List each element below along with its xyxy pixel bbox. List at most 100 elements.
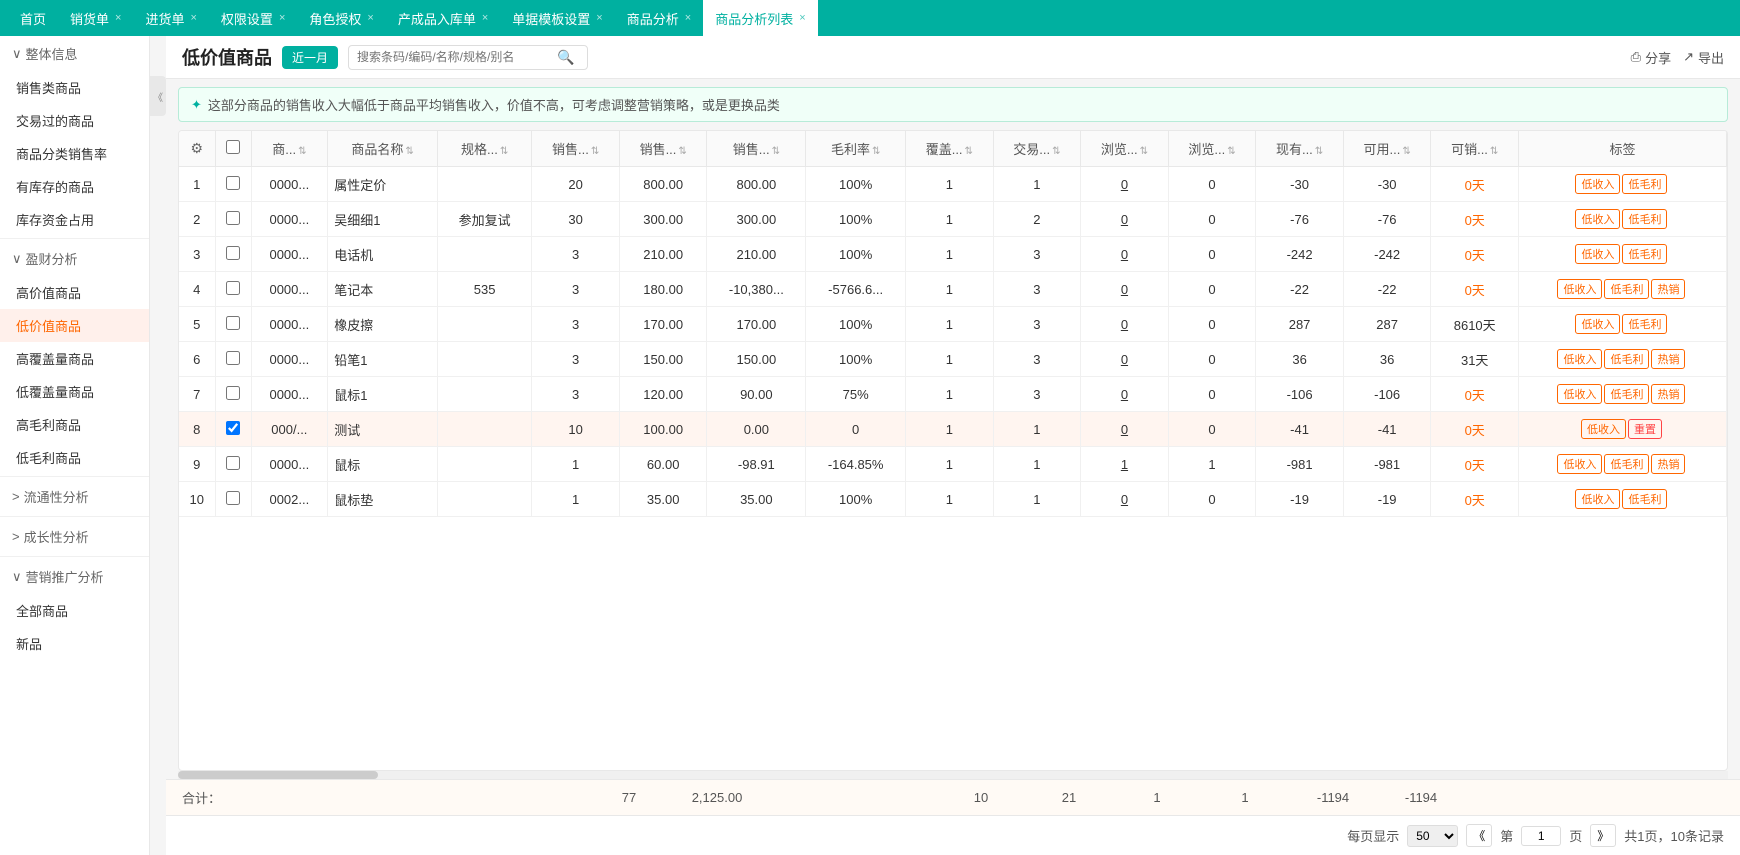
nav-sales-order[interactable]: 销货单 × — [58, 0, 133, 36]
sidebar-item-low-coverage[interactable]: 低覆盖量商品 — [0, 375, 149, 408]
row-checkbox[interactable] — [226, 281, 240, 295]
browse1-value[interactable]: 0 — [1121, 352, 1128, 367]
row-browse1[interactable]: 0 — [1081, 167, 1169, 202]
browse1-value[interactable]: 0 — [1121, 212, 1128, 227]
col-browse1[interactable]: 浏览...⇅ — [1081, 131, 1169, 167]
browse1-value[interactable]: 0 — [1121, 422, 1128, 437]
row-browse1[interactable]: 0 — [1081, 342, 1169, 377]
close-icon[interactable]: × — [115, 12, 121, 24]
browse1-value[interactable]: 0 — [1121, 387, 1128, 402]
row-browse1[interactable]: 0 — [1081, 307, 1169, 342]
col-saleable[interactable]: 可销...⇅ — [1431, 131, 1519, 167]
table-row: 2 0000... 吴细细1 参加复试 30 300.00 300.00 100… — [179, 202, 1727, 237]
col-browse2[interactable]: 浏览...⇅ — [1168, 131, 1256, 167]
close-icon[interactable]: × — [799, 12, 805, 24]
col-sales3[interactable]: 销售...⇅ — [707, 131, 806, 167]
col-spec[interactable]: 规格...⇅ — [437, 131, 532, 167]
settings-icon[interactable]: ⚙ — [190, 140, 203, 156]
col-code[interactable]: 商...⇅ — [251, 131, 328, 167]
prev-page-button[interactable]: 《 — [1466, 824, 1492, 847]
sidebar-group-growth[interactable]: > 成长性分析 — [0, 519, 149, 554]
row-checkbox[interactable] — [226, 351, 240, 365]
sidebar-item-sales-products[interactable]: 销售类商品 — [0, 71, 149, 104]
row-browse1[interactable]: 1 — [1081, 447, 1169, 482]
search-icon[interactable]: 🔍 — [557, 49, 574, 66]
row-checkbox[interactable] — [226, 456, 240, 470]
col-sales2[interactable]: 销售...⇅ — [619, 131, 707, 167]
page-number-input[interactable] — [1521, 826, 1561, 846]
close-icon[interactable]: × — [685, 12, 691, 24]
col-name[interactable]: 商品名称⇅ — [328, 131, 438, 167]
sidebar-item-category-sales-rate[interactable]: 商品分类销售率 — [0, 137, 149, 170]
sidebar-item-new-products[interactable]: 新品 — [0, 627, 149, 660]
col-margin[interactable]: 毛利率⇅ — [806, 131, 906, 167]
sidebar-item-low-value[interactable]: 低价值商品 — [0, 309, 149, 342]
select-all-checkbox[interactable] — [226, 140, 240, 154]
search-input[interactable] — [357, 50, 557, 64]
close-icon[interactable]: × — [482, 12, 488, 24]
sidebar-item-traded-products[interactable]: 交易过的商品 — [0, 104, 149, 137]
row-checkbox[interactable] — [226, 386, 240, 400]
per-page-select[interactable]: 50 100 — [1407, 825, 1458, 847]
row-browse1[interactable]: 0 — [1081, 377, 1169, 412]
row-checkbox[interactable] — [226, 211, 240, 225]
row-browse1[interactable]: 0 — [1081, 202, 1169, 237]
sidebar-item-inventory-products[interactable]: 有库存的商品 — [0, 170, 149, 203]
sidebar-item-high-value[interactable]: 高价值商品 — [0, 276, 149, 309]
sidebar-item-high-coverage[interactable]: 高覆盖量商品 — [0, 342, 149, 375]
col-gear[interactable]: ⚙ — [179, 131, 215, 167]
col-trade[interactable]: 交易...⇅ — [993, 131, 1081, 167]
row-browse1[interactable]: 0 — [1081, 482, 1169, 517]
sidebar-collapse-button[interactable]: 《 — [150, 76, 166, 116]
row-current: -76 — [1256, 202, 1344, 237]
sidebar-group-marketing[interactable]: ∨ 营销推广分析 — [0, 559, 149, 594]
browse1-value[interactable]: 0 — [1121, 282, 1128, 297]
row-checkbox[interactable] — [226, 246, 240, 260]
col-available[interactable]: 可用...⇅ — [1343, 131, 1431, 167]
row-available: -981 — [1343, 447, 1431, 482]
nav-template-settings[interactable]: 单据模板设置 × — [500, 0, 614, 36]
browse1-value[interactable]: 0 — [1121, 177, 1128, 192]
close-icon[interactable]: × — [190, 12, 196, 24]
nav-home[interactable]: 首页 — [8, 0, 58, 36]
browse1-value[interactable]: 0 — [1121, 492, 1128, 507]
close-icon[interactable]: × — [367, 12, 373, 24]
nav-product-analysis-list[interactable]: 商品分析列表 × — [703, 0, 817, 36]
sidebar-group-profit[interactable]: ∨ 盈财分析 — [0, 241, 149, 276]
sidebar-group-overall[interactable]: ∨ 整体信息 — [0, 36, 149, 71]
export-button[interactable]: ↗ 导出 — [1683, 48, 1724, 67]
row-browse1[interactable]: 0 — [1081, 237, 1169, 272]
close-icon[interactable]: × — [596, 12, 602, 24]
share-button[interactable]: ⎙ 分享 — [1631, 48, 1671, 67]
nav-product-analysis[interactable]: 商品分析 × — [615, 0, 703, 36]
row-margin: -5766.6... — [806, 272, 906, 307]
row-checkbox[interactable] — [226, 176, 240, 190]
sidebar-item-low-margin[interactable]: 低毛利商品 — [0, 441, 149, 474]
sidebar-item-high-margin[interactable]: 高毛利商品 — [0, 408, 149, 441]
row-checkbox[interactable] — [226, 491, 240, 505]
browse1-value[interactable]: 0 — [1121, 247, 1128, 262]
nav-purchase-order[interactable]: 进货单 × — [133, 0, 208, 36]
col-current[interactable]: 现有...⇅ — [1256, 131, 1344, 167]
time-filter-button[interactable]: 近一月 — [282, 46, 338, 69]
next-page-button[interactable]: 》 — [1590, 824, 1616, 847]
row-browse1[interactable]: 0 — [1081, 412, 1169, 447]
col-sales1[interactable]: 销售...⇅ — [532, 131, 620, 167]
close-icon[interactable]: × — [279, 12, 285, 24]
row-browse1[interactable]: 0 — [1081, 272, 1169, 307]
horizontal-scrollbar[interactable] — [178, 771, 1728, 779]
scrollbar-thumb[interactable] — [178, 771, 378, 779]
browse1-value[interactable]: 1 — [1121, 457, 1128, 472]
row-checkbox[interactable] — [226, 421, 240, 435]
nav-permission[interactable]: 权限设置 × — [209, 0, 297, 36]
col-tags[interactable]: 标签 — [1518, 131, 1726, 167]
sidebar-group-circulation[interactable]: > 流通性分析 — [0, 479, 149, 514]
row-checkbox[interactable] — [226, 316, 240, 330]
row-sales1: 1 — [532, 482, 620, 517]
nav-role-auth[interactable]: 角色授权 × — [297, 0, 385, 36]
nav-product-inbound[interactable]: 产成品入库单 × — [386, 0, 500, 36]
sidebar-item-all-products[interactable]: 全部商品 — [0, 594, 149, 627]
browse1-value[interactable]: 0 — [1121, 317, 1128, 332]
sidebar-item-inventory-capital[interactable]: 库存资金占用 — [0, 203, 149, 236]
col-coverage[interactable]: 覆盖...⇅ — [906, 131, 994, 167]
